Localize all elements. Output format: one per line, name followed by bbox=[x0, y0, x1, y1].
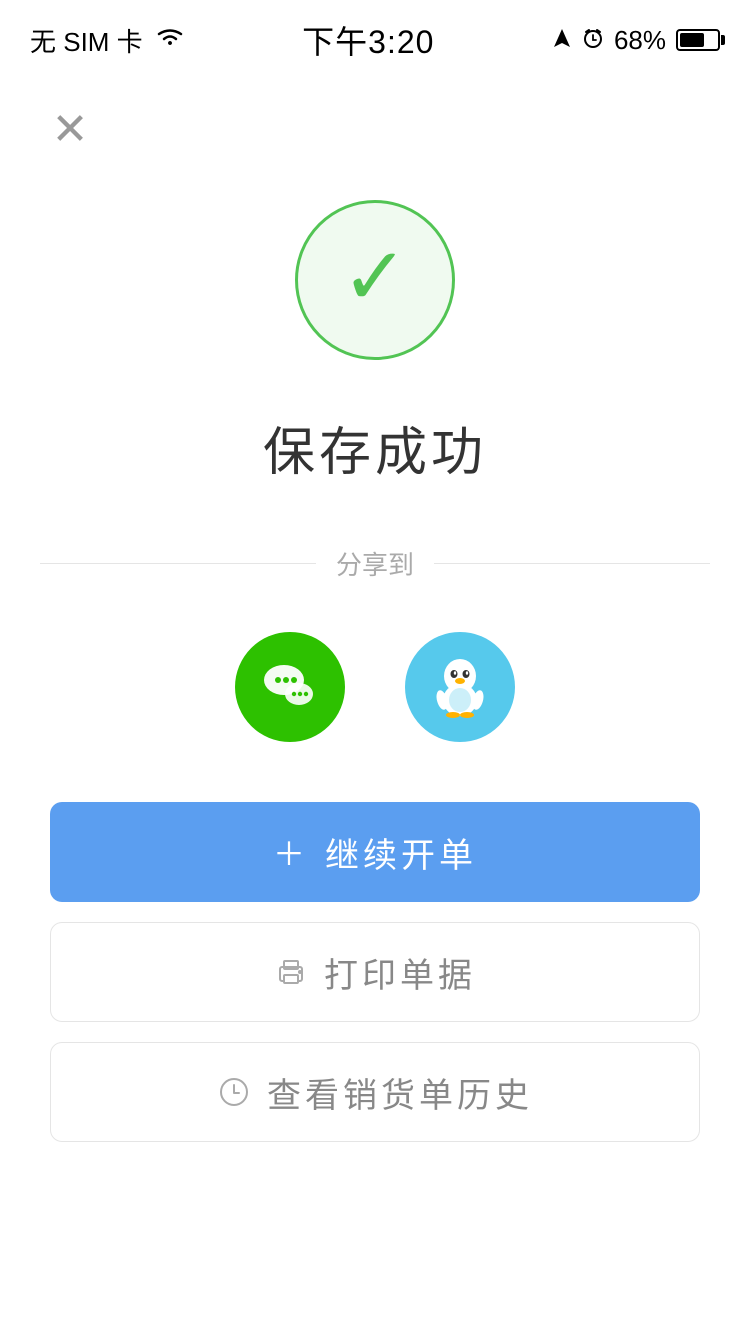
qq-icon bbox=[430, 656, 490, 718]
qq-share-button[interactable] bbox=[405, 632, 515, 742]
history-label: 查看销货单历史 bbox=[267, 1068, 533, 1117]
divider-right bbox=[434, 563, 710, 564]
carrier-text: 无 SIM 卡 bbox=[30, 22, 143, 59]
print-label: 打印单据 bbox=[324, 948, 476, 997]
battery-percent: 68% bbox=[614, 25, 666, 56]
wechat-icon bbox=[257, 654, 323, 720]
status-bar: 无 SIM 卡 下午3:20 68% bbox=[0, 0, 750, 80]
main-content: ✕ ✓ 保存成功 分享到 bbox=[0, 80, 750, 1182]
continue-button[interactable]: ＋ 继续开单 bbox=[50, 802, 700, 902]
battery-fill bbox=[680, 33, 704, 47]
wifi-icon bbox=[155, 25, 185, 56]
plus-icon: ＋ bbox=[273, 829, 309, 875]
location-icon bbox=[552, 25, 572, 56]
share-label: 分享到 bbox=[336, 545, 414, 582]
continue-label: 继续开单 bbox=[325, 828, 477, 877]
close-icon: ✕ bbox=[52, 108, 89, 152]
success-section: ✓ 保存成功 bbox=[40, 200, 710, 485]
wechat-share-button[interactable] bbox=[235, 632, 345, 742]
success-title: 保存成功 bbox=[263, 410, 487, 485]
status-right: 68% bbox=[552, 25, 720, 56]
printer-icon bbox=[274, 955, 308, 989]
divider-left bbox=[40, 563, 316, 564]
print-button[interactable]: 打印单据 bbox=[50, 922, 700, 1022]
battery-icon bbox=[676, 29, 720, 51]
share-icons-row bbox=[40, 632, 710, 742]
share-section: 分享到 bbox=[40, 545, 710, 742]
battery-icon-container bbox=[676, 29, 720, 51]
success-circle: ✓ bbox=[295, 200, 455, 360]
status-time: 下午3:20 bbox=[302, 17, 434, 63]
history-icon bbox=[217, 1075, 251, 1109]
share-divider: 分享到 bbox=[40, 545, 710, 582]
alarm-icon bbox=[582, 25, 604, 56]
checkmark-icon: ✓ bbox=[341, 237, 408, 317]
status-carrier: 无 SIM 卡 bbox=[30, 22, 185, 59]
action-buttons: ＋ 继续开单 打印单据 查看销货单历史 bbox=[40, 802, 710, 1142]
close-button[interactable]: ✕ bbox=[40, 100, 100, 160]
history-button[interactable]: 查看销货单历史 bbox=[50, 1042, 700, 1142]
